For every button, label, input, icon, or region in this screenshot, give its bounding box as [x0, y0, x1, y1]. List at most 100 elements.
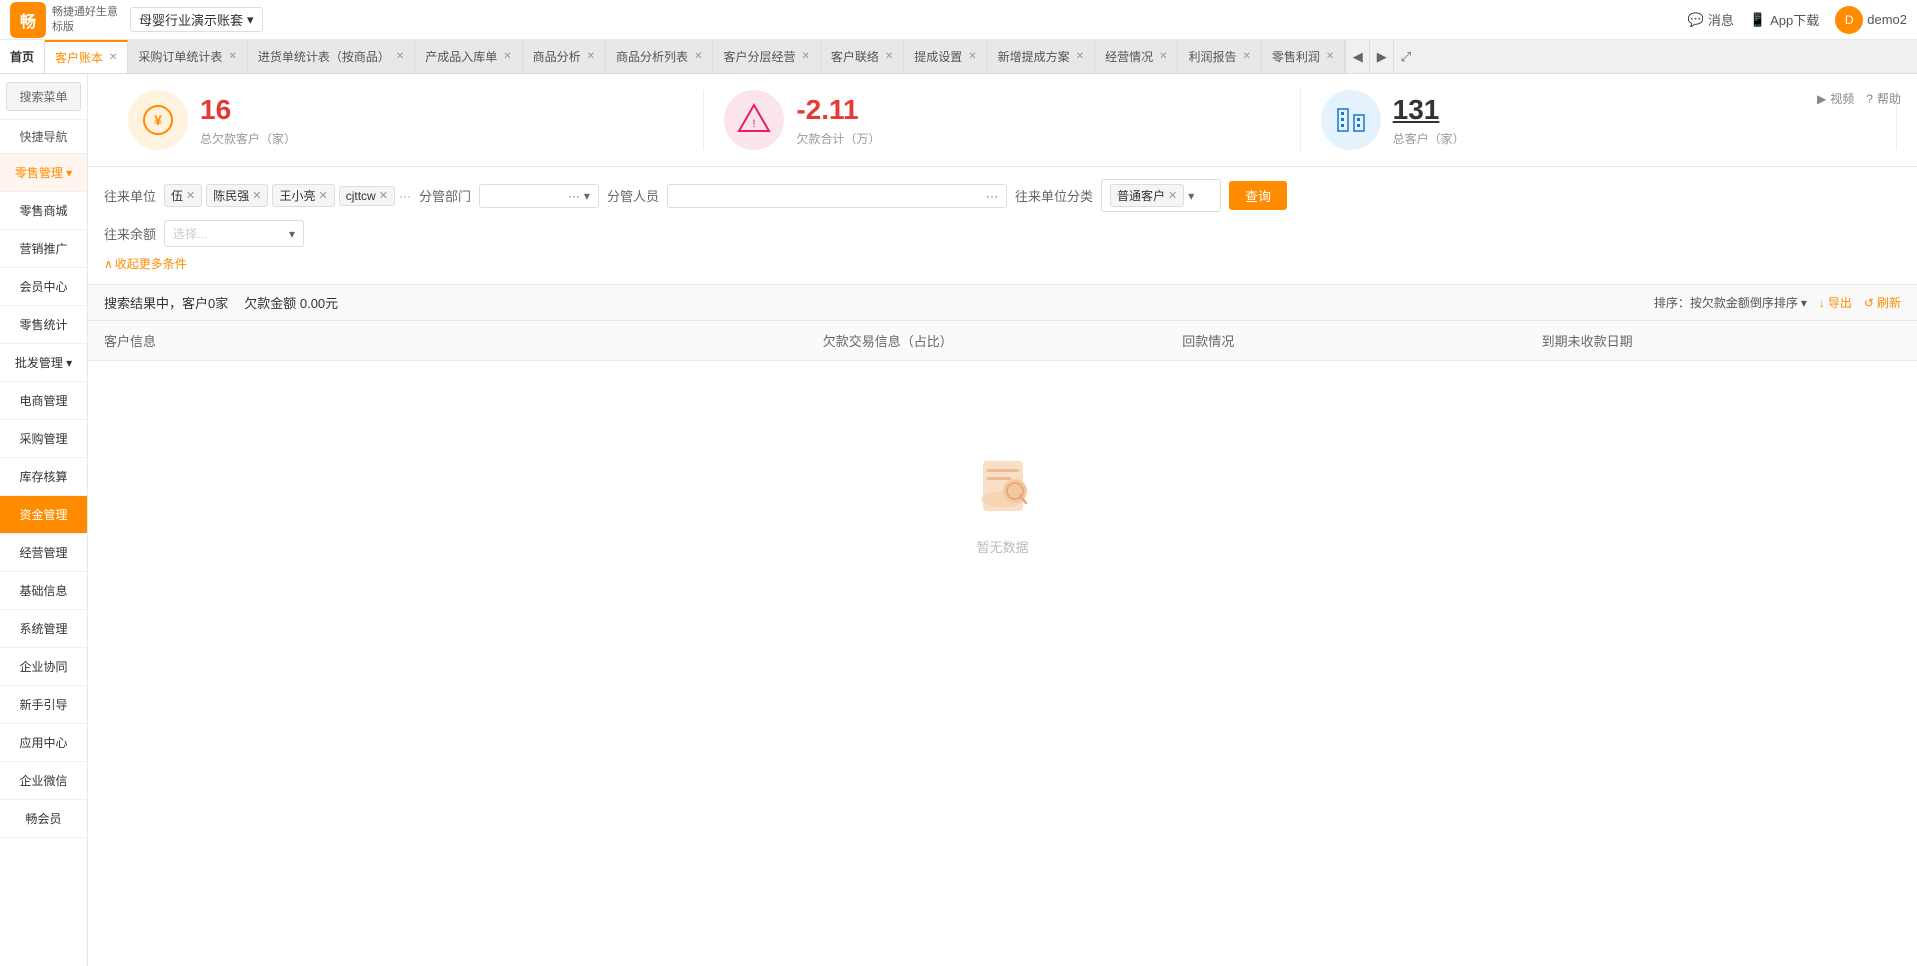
- close-icon[interactable]: ✕: [1159, 51, 1167, 62]
- sidebar-item-inventory[interactable]: 库存核算: [0, 458, 87, 496]
- stats-bar: ¥ 16 总欠款客户（家） ! -2.11 欠款合计: [88, 74, 1917, 167]
- tab-customer-contact[interactable]: 客户联络 ✕: [821, 40, 904, 74]
- sidebar-item-enterprise[interactable]: 企业协同: [0, 648, 87, 686]
- tab-product-analysis-list[interactable]: 商品分析列表 ✕: [606, 40, 713, 74]
- more-tags[interactable]: ···: [399, 189, 411, 203]
- category-select[interactable]: 普通客户 ✕ ▾: [1101, 179, 1221, 212]
- export-icon: ↓: [1819, 296, 1825, 310]
- sidebar-item-member-center[interactable]: 会员中心: [0, 268, 87, 306]
- message-icon: 💬: [1688, 12, 1704, 28]
- company-name: 母婴行业演示账套: [139, 10, 243, 29]
- tab-product-analysis[interactable]: 商品分析 ✕: [523, 40, 606, 74]
- tab-customer-tier[interactable]: 客户分层经营 ✕: [713, 40, 820, 74]
- messages-button[interactable]: 💬 消息: [1688, 10, 1734, 29]
- close-icon[interactable]: ✕: [109, 52, 117, 63]
- close-icon[interactable]: ✕: [186, 189, 195, 202]
- close-icon[interactable]: ✕: [968, 51, 976, 62]
- tab-label: 经营情况: [1105, 48, 1153, 65]
- remain-select[interactable]: 选择... ▾: [164, 220, 304, 247]
- tab-retail-profit[interactable]: 零售利润 ✕: [1262, 40, 1345, 74]
- tab-expand[interactable]: ⤢: [1393, 40, 1417, 74]
- table-container: 客户信息 欠款交易信息（占比） 回款情况 到期未收款日期: [88, 321, 1917, 966]
- sidebar-item-beginner[interactable]: 新手引导: [0, 686, 87, 724]
- close-icon[interactable]: ✕: [1243, 51, 1251, 62]
- help-link[interactable]: ? 帮助: [1866, 90, 1901, 107]
- app-download-button[interactable]: 📱 App下载: [1750, 10, 1819, 29]
- sidebar-item-finance[interactable]: 资金管理: [0, 496, 87, 534]
- close-icon[interactable]: ✕: [885, 51, 893, 62]
- tab-product-inbound[interactable]: 产成品入库单 ✕: [415, 40, 522, 74]
- chevron-icon: ▾: [66, 166, 72, 180]
- tag-label: 王小亮: [279, 187, 315, 204]
- close-icon[interactable]: ✕: [379, 189, 388, 202]
- tag-cjttcw[interactable]: cjttcw ✕: [339, 186, 395, 206]
- tab-home[interactable]: 首页: [0, 40, 45, 74]
- collapse-button[interactable]: ∧ 收起更多条件: [104, 255, 1901, 272]
- sidebar-item-marketing[interactable]: 营销推广: [0, 230, 87, 268]
- sidebar-item-basic-info[interactable]: 基础信息: [0, 572, 87, 610]
- logo-icon: 畅: [10, 2, 46, 38]
- table-header: 客户信息 欠款交易信息（占比） 回款情况 到期未收款日期: [88, 321, 1917, 361]
- stat-label-debtors: 总欠款客户（家）: [200, 130, 296, 147]
- tab-operation-status[interactable]: 经营情况 ✕: [1095, 40, 1178, 74]
- tab-label: 商品分析: [533, 48, 581, 65]
- close-icon[interactable]: ✕: [1168, 189, 1177, 202]
- tab-purchase-order-stats[interactable]: 采购订单统计表 ✕: [128, 40, 247, 74]
- tab-add-commission[interactable]: 新增提成方案 ✕: [988, 40, 1095, 74]
- tab-scroll-left[interactable]: ◀: [1345, 40, 1369, 74]
- sidebar-item-retail-management[interactable]: 零售管理 ▾: [0, 154, 87, 192]
- close-icon[interactable]: ✕: [801, 51, 809, 62]
- sidebar-item-operations[interactable]: 经营管理: [0, 534, 87, 572]
- close-icon[interactable]: ✕: [503, 51, 511, 62]
- tab-commission-settings[interactable]: 提成设置 ✕: [904, 40, 987, 74]
- sidebar-item-ecommerce[interactable]: 电商管理: [0, 382, 87, 420]
- close-icon[interactable]: ✕: [228, 51, 236, 62]
- stat-total-debt: ! -2.11 欠款合计（万）: [704, 90, 1300, 150]
- sidebar-item-app-center[interactable]: 应用中心: [0, 724, 87, 762]
- empty-text: 暂无数据: [976, 537, 1028, 556]
- tab-inbound-stats[interactable]: 进货单统计表（按商品） ✕: [248, 40, 415, 74]
- stat-icon-debt: !: [724, 90, 784, 150]
- video-link[interactable]: ▶ 视频: [1817, 90, 1854, 107]
- tag-chenminqiang[interactable]: 陈民强 ✕: [206, 184, 268, 207]
- export-button[interactable]: ↓ 导出: [1819, 294, 1852, 311]
- tag-wu[interactable]: 伍 ✕: [164, 184, 202, 207]
- tab-profit-report[interactable]: 利润报告 ✕: [1178, 40, 1261, 74]
- sidebar-item-purchase[interactable]: 采购管理: [0, 420, 87, 458]
- sort-button[interactable]: 排序：按欠款金额倒序排序 ▾: [1654, 294, 1807, 311]
- close-icon[interactable]: ✕: [252, 189, 261, 202]
- company-selector[interactable]: 母婴行业演示账套 ▾: [130, 7, 263, 32]
- dept-select[interactable]: ··· ▾: [479, 184, 599, 208]
- category-tag-label: 普通客户: [1117, 187, 1165, 204]
- stat-top-links: ▶ 视频 ? 帮助: [1817, 90, 1901, 107]
- chevron-icon: ▾: [66, 356, 72, 370]
- sidebar-item-member[interactable]: 畅会员: [0, 800, 87, 838]
- close-icon[interactable]: ✕: [319, 189, 328, 202]
- chevron-down-icon: ▾: [1801, 296, 1807, 310]
- search-menu-button[interactable]: 搜索菜单: [6, 82, 81, 111]
- sidebar-item-quick-nav[interactable]: 快捷导航: [0, 120, 87, 154]
- sidebar-item-wholesale[interactable]: 批发管理 ▾: [0, 344, 87, 382]
- tab-label: 商品分析列表: [616, 48, 688, 65]
- tab-scroll-right[interactable]: ▶: [1369, 40, 1393, 74]
- refresh-button[interactable]: ↺ 刷新: [1864, 294, 1901, 311]
- close-icon[interactable]: ✕: [1326, 51, 1334, 62]
- close-icon[interactable]: ✕: [396, 51, 404, 62]
- sidebar-item-system[interactable]: 系统管理: [0, 610, 87, 648]
- query-button[interactable]: 查询: [1229, 181, 1287, 210]
- category-tag[interactable]: 普通客户 ✕: [1110, 184, 1184, 207]
- close-icon[interactable]: ✕: [587, 51, 595, 62]
- person-select[interactable]: ···: [667, 184, 1007, 208]
- sidebar-item-wechat[interactable]: 企业微信: [0, 762, 87, 800]
- close-icon[interactable]: ✕: [694, 51, 702, 62]
- sidebar-item-retail-stats[interactable]: 零售统计: [0, 306, 87, 344]
- tag-wangxiaoliang[interactable]: 王小亮 ✕: [272, 184, 334, 207]
- filter-row-1: 往来单位 伍 ✕ 陈民强 ✕ 王小亮 ✕ cjttcw: [104, 179, 1901, 212]
- tab-customer-ledger[interactable]: 客户账本 ✕: [45, 40, 128, 74]
- logo-area: 畅 畅捷通好生意标版: [10, 2, 118, 38]
- close-icon[interactable]: ✕: [1076, 51, 1084, 62]
- sidebar-item-retail-mall[interactable]: 零售商城: [0, 192, 87, 230]
- logo-text: 畅捷通好生意标版: [52, 5, 118, 34]
- tab-label: 首页: [10, 48, 34, 65]
- user-avatar-button[interactable]: D demo2: [1835, 6, 1907, 34]
